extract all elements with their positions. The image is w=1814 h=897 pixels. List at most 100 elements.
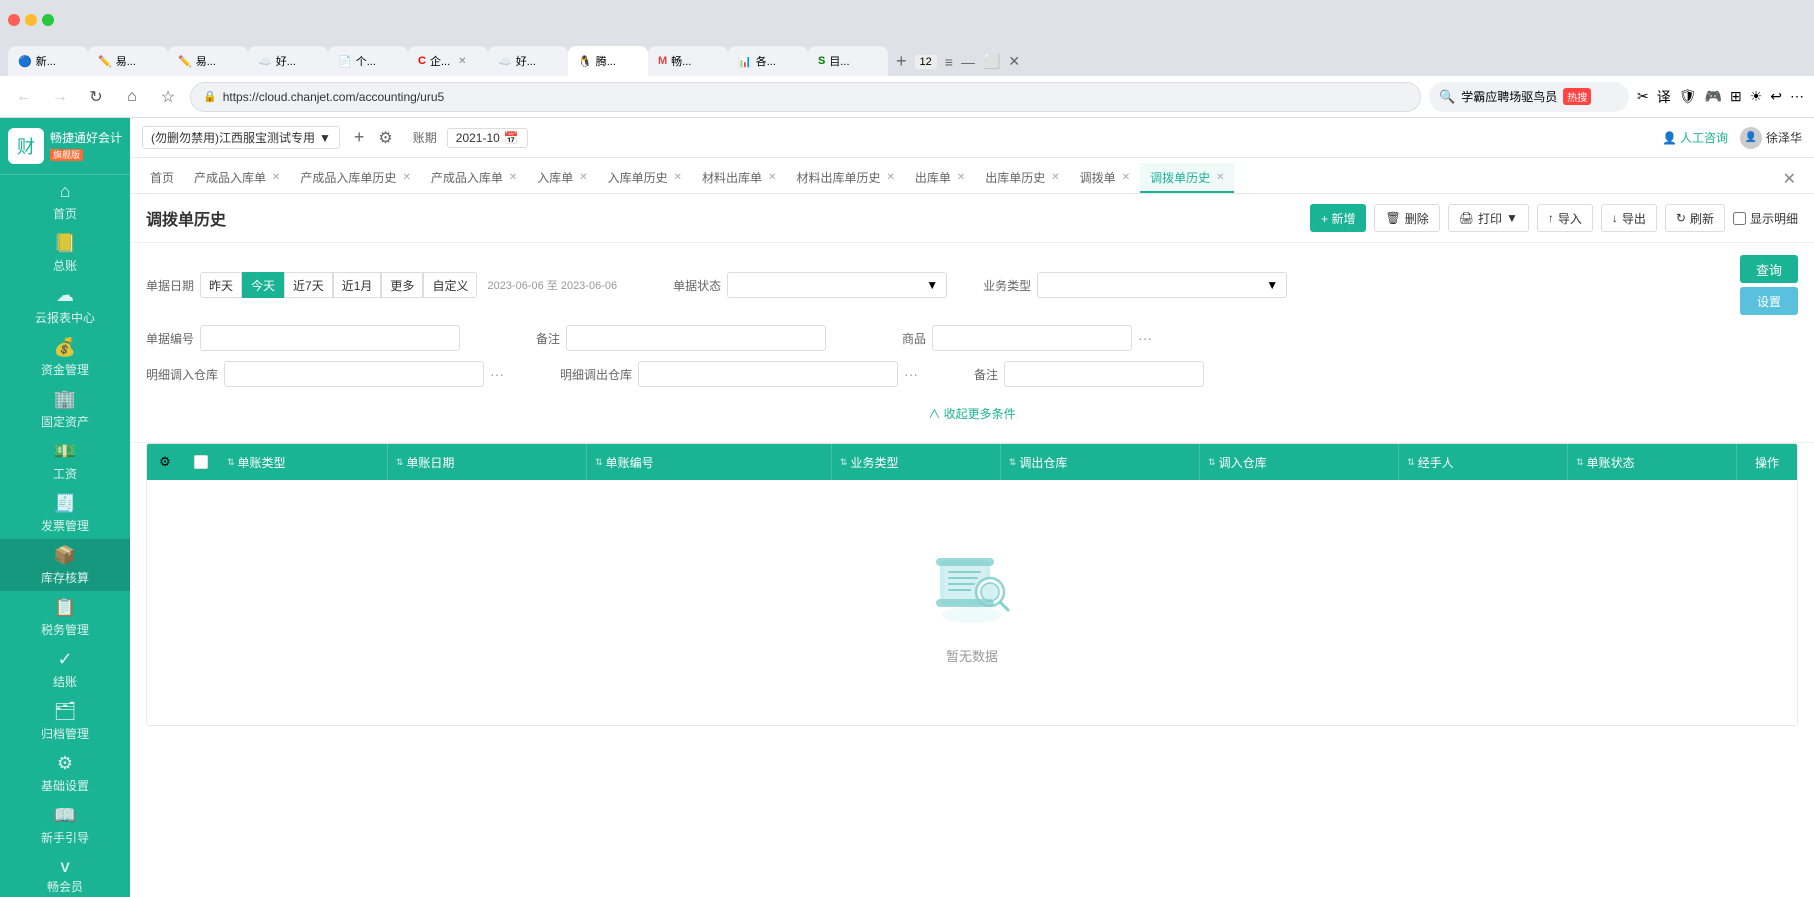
search-bar[interactable]: 🔍 学霸应聘场驱鸟员 热搜	[1429, 82, 1629, 112]
tab-transfer-close[interactable]: ✕	[1122, 172, 1130, 183]
th-status[interactable]: ⇅ 单账状态	[1568, 444, 1737, 480]
in-warehouse-input[interactable]	[224, 361, 484, 387]
forward-button[interactable]: →	[46, 83, 74, 111]
home-button[interactable]: ⌂	[118, 83, 146, 111]
sidebar-item-invoice[interactable]: 🧾 发票管理	[0, 487, 130, 539]
tab-product-in-close[interactable]: ✕	[272, 172, 280, 183]
address-bar[interactable]: 🔒 https://cloud.chanjet.com/accounting/u…	[190, 82, 1421, 112]
tab-storage-in-history[interactable]: 入库单历史 ✕	[598, 163, 692, 193]
add-company-button[interactable]: +	[350, 124, 369, 152]
print-button[interactable]: 🖨 打印 ▼	[1448, 204, 1529, 232]
browser-menu-icon[interactable]: ≡	[945, 54, 953, 70]
browser-tab-active[interactable]: 🐧 腾...	[568, 46, 648, 76]
tab-material-out-close[interactable]: ✕	[768, 172, 776, 183]
th-out-warehouse[interactable]: ⇅ 调出仓库	[1001, 444, 1200, 480]
sidebar-item-settings[interactable]: ⚙ 基础设置	[0, 747, 130, 799]
maximize-icon[interactable]: ⬜	[983, 53, 1000, 70]
settings-gear-icon[interactable]: ⚙	[378, 128, 392, 148]
tab-storage-in[interactable]: 入库单 ✕	[527, 163, 597, 193]
shield-icon[interactable]: 🛡	[1679, 88, 1697, 105]
number-input[interactable]	[200, 325, 460, 351]
import-button[interactable]: ↑ 导入	[1537, 204, 1593, 232]
tab-storage-in-history-close[interactable]: ✕	[674, 172, 682, 183]
tab-product-in-2-close[interactable]: ✕	[509, 172, 517, 183]
tab-product-in-history[interactable]: 产成品入库单历史 ✕	[290, 163, 420, 193]
user-profile[interactable]: 👤 徐泽华	[1740, 127, 1802, 149]
tab-storage-in-close[interactable]: ✕	[579, 172, 587, 183]
sidebar-item-tax[interactable]: 📋 税务管理	[0, 591, 130, 643]
select-all-checkbox[interactable]	[194, 455, 208, 469]
biz-type-select[interactable]: ▼	[1037, 272, 1287, 298]
th-in-warehouse[interactable]: ⇅ 调入仓库	[1200, 444, 1399, 480]
browser-tab-g[interactable]: 📊 各...	[728, 46, 808, 76]
sidebar-item-home[interactable]: ⌂ 首页	[0, 175, 130, 227]
backup-input[interactable]	[1004, 361, 1204, 387]
sidebar-item-guide[interactable]: 📖 新手引导	[0, 799, 130, 851]
sidebar-item-archive[interactable]: 🗂 归档管理	[0, 695, 130, 747]
sidebar-item-member[interactable]: V 畅会员	[0, 851, 130, 897]
browser-tab-s[interactable]: S 目...	[808, 46, 888, 76]
refresh-action-button[interactable]: ↻ 刷新	[1665, 204, 1725, 232]
brightness-icon[interactable]: ☀	[1750, 88, 1763, 105]
goods-input[interactable]	[932, 325, 1132, 351]
sidebar-item-finance[interactable]: 💰 资金管理	[0, 331, 130, 383]
goods-dots[interactable]: ···	[1138, 330, 1152, 346]
sidebar-item-fixed-assets[interactable]: 🏢 固定资产	[0, 383, 130, 435]
note-input[interactable]	[566, 325, 826, 351]
in-warehouse-dots[interactable]: ···	[490, 366, 504, 382]
tab-product-in-2[interactable]: 产成品入库单 ✕	[421, 163, 527, 193]
sidebar-item-cloud-report[interactable]: ☁ 云报表中心	[0, 279, 130, 331]
browser-tab-4[interactable]: ☁️ 好...	[248, 46, 328, 76]
th-number[interactable]: ⇅ 单账编号	[587, 444, 832, 480]
tab-out[interactable]: 出库单 ✕	[905, 163, 975, 193]
delete-button[interactable]: 🗑 删除	[1374, 204, 1439, 232]
status-select[interactable]: ▼	[727, 272, 947, 298]
display-detail-checkbox-label[interactable]: 显示明细	[1733, 210, 1798, 227]
more-icon[interactable]: ⋯	[1790, 88, 1804, 105]
tab-transfer[interactable]: 调拨单 ✕	[1070, 163, 1140, 193]
tab-product-in-history-close[interactable]: ✕	[402, 172, 410, 183]
out-warehouse-dots[interactable]: ···	[904, 366, 918, 382]
tab-out-close[interactable]: ✕	[957, 172, 965, 183]
sidebar-item-closing[interactable]: ✓ 结账	[0, 643, 130, 695]
refresh-button[interactable]: ↻	[82, 83, 110, 111]
translate-icon[interactable]: 译	[1657, 87, 1671, 107]
sidebar-item-inventory[interactable]: 📦 库存核算	[0, 539, 130, 591]
th-check[interactable]	[183, 455, 219, 469]
collapse-button[interactable]: ∧ 收起更多条件	[916, 401, 1027, 426]
browser-tab-7[interactable]: ☁️ 好...	[488, 46, 568, 76]
new-tab-button[interactable]: +	[896, 51, 907, 72]
browser-tab-2[interactable]: ✏️ 易...	[88, 46, 168, 76]
date-btn-today[interactable]: 今天	[242, 272, 284, 298]
tab-material-out-history[interactable]: 材料出库单历史 ✕	[786, 163, 904, 193]
date-btn-yesterday[interactable]: 昨天	[200, 272, 242, 298]
close-icon[interactable]: ✕	[1008, 53, 1020, 70]
date-btn-more[interactable]: 更多	[381, 272, 423, 298]
query-button[interactable]: 查询	[1740, 255, 1798, 283]
tab-transfer-history-close[interactable]: ✕	[1216, 172, 1224, 183]
new-record-button[interactable]: + 新增	[1310, 204, 1366, 232]
grid-icon[interactable]: ⊞	[1730, 88, 1742, 105]
tab-out-history-close[interactable]: ✕	[1051, 172, 1059, 183]
th-gear[interactable]: ⚙	[147, 454, 183, 470]
minimize-icon[interactable]: —	[961, 54, 975, 70]
out-warehouse-input[interactable]	[638, 361, 898, 387]
browser-tab-3[interactable]: ✏️ 易...	[168, 46, 248, 76]
date-btn-custom[interactable]: 自定义	[423, 272, 477, 298]
sidebar-item-ledger[interactable]: 📒 总账	[0, 227, 130, 279]
browser-tab-6[interactable]: C 企... ✕	[408, 46, 488, 76]
back-button[interactable]: ←	[10, 83, 38, 111]
setting-button[interactable]: 设置	[1740, 287, 1798, 315]
tab-product-in[interactable]: 产成品入库单 ✕	[184, 163, 290, 193]
bookmark-button[interactable]: ☆	[154, 83, 182, 111]
tab-material-out-history-close[interactable]: ✕	[886, 172, 894, 183]
th-biz-type[interactable]: ⇅ 业务类型	[832, 444, 1001, 480]
export-button[interactable]: ↓ 导出	[1601, 204, 1657, 232]
undo-icon[interactable]: ↩	[1770, 88, 1782, 105]
tab-home[interactable]: 首页	[140, 163, 184, 193]
date-btn-7days[interactable]: 近7天	[284, 272, 333, 298]
service-button[interactable]: 👤 人工咨询	[1662, 129, 1728, 146]
browser-tab-5[interactable]: 📄 个...	[328, 46, 408, 76]
tab-bar-close-all[interactable]: ✕	[1775, 169, 1804, 189]
tab-out-history[interactable]: 出库单历史 ✕	[975, 163, 1069, 193]
